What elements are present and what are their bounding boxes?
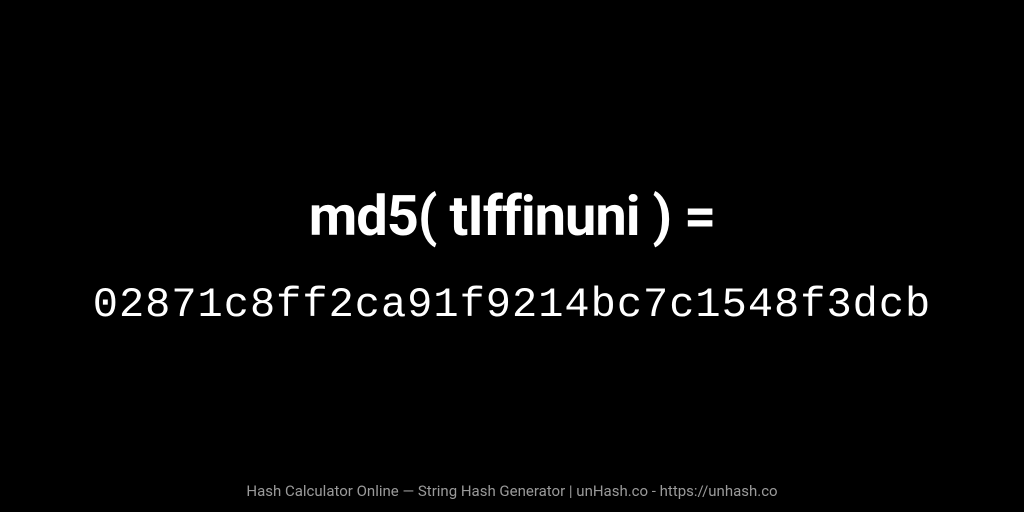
hash-expression: md5( tIffinuni ) =	[309, 183, 715, 249]
hash-output: 02871c8ff2ca91f9214bc7c1548f3dcb	[93, 281, 932, 329]
hash-result-panel: md5( tIffinuni ) = 02871c8ff2ca91f9214bc…	[93, 0, 932, 512]
footer-attribution: Hash Calculator Online — String Hash Gen…	[0, 482, 1024, 500]
